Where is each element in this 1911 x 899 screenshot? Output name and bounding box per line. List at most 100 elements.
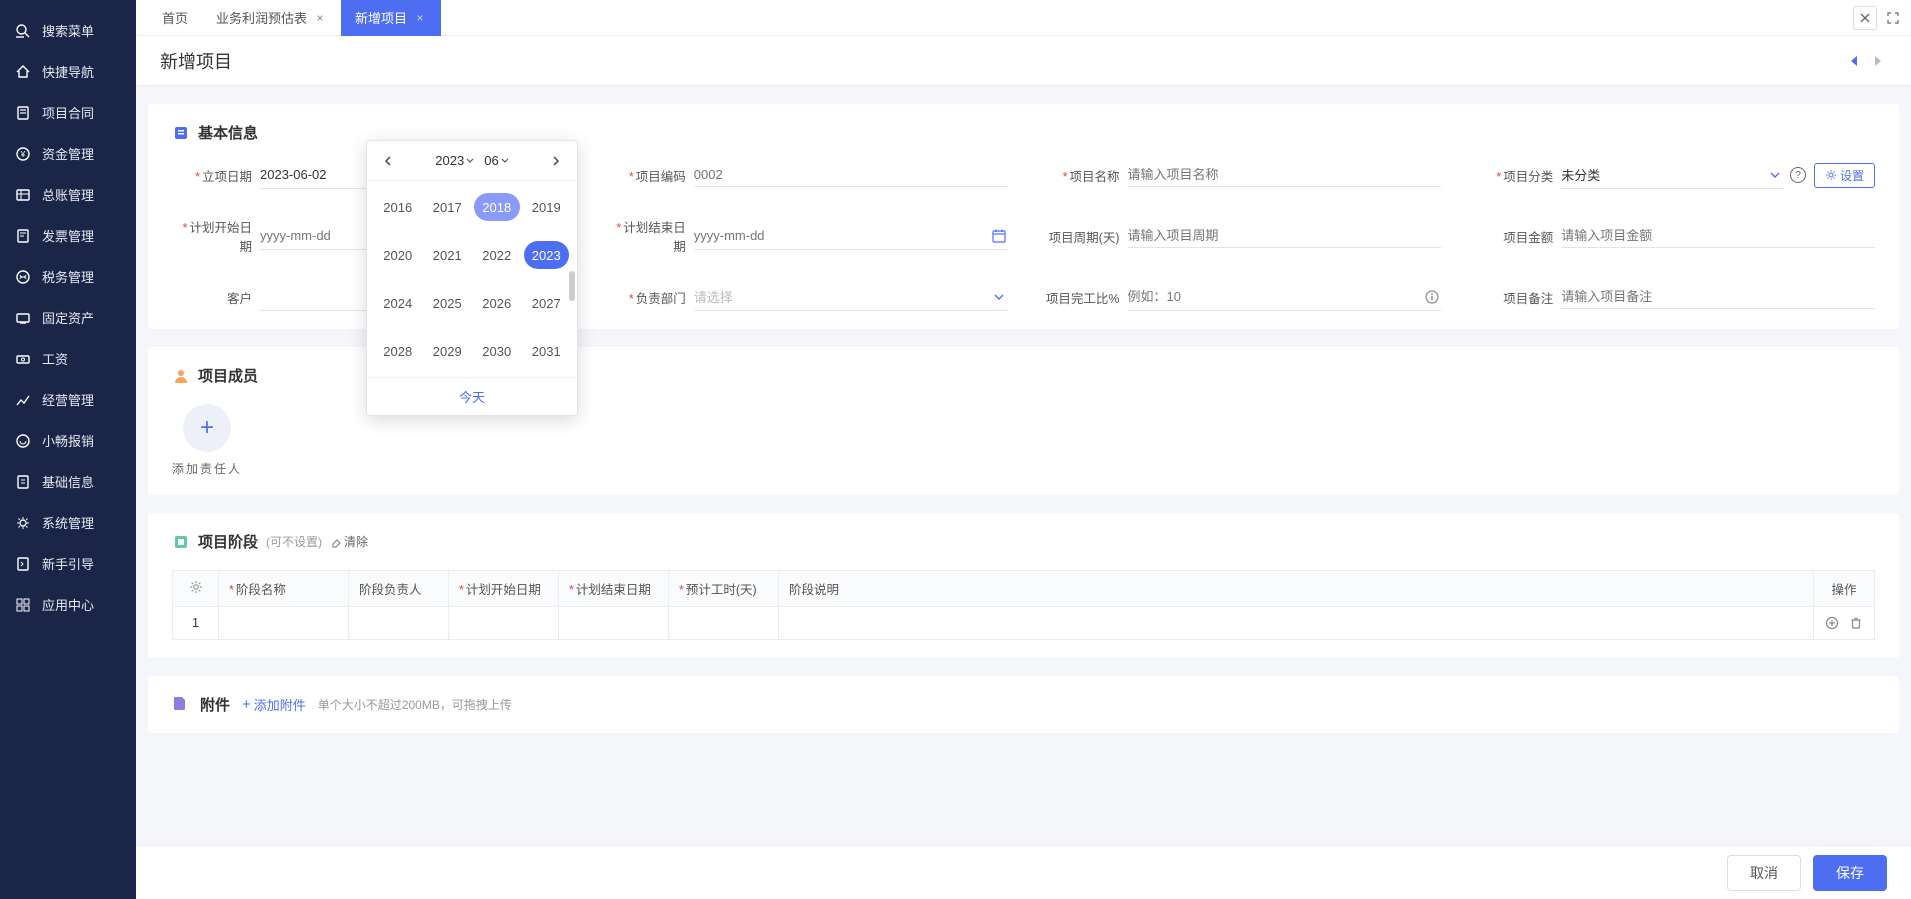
save-button[interactable]: 保存 [1813, 855, 1887, 891]
datepicker-next-button[interactable] [545, 150, 567, 172]
table-gear-header[interactable] [173, 571, 219, 607]
sidebar-item-2[interactable]: 项目合同 [0, 92, 136, 133]
page-footer: 取消 保存 [136, 845, 1911, 899]
plan-end-input[interactable] [694, 223, 1008, 250]
year-option-2020[interactable]: 2020 [375, 241, 421, 269]
tab-label: 业务利润预估表 [216, 8, 307, 27]
stage-start-cell[interactable] [449, 607, 559, 640]
year-option-2025[interactable]: 2025 [425, 289, 471, 317]
datepicker-today-button[interactable]: 今天 [367, 377, 577, 415]
category-settings-button[interactable]: 设置 [1814, 163, 1875, 188]
sidebar-item-11[interactable]: 基础信息 [0, 461, 136, 502]
category-help-icon[interactable]: ? [1790, 167, 1806, 183]
close-tab-button[interactable] [1853, 6, 1877, 30]
datepicker-scrollbar[interactable] [569, 271, 575, 301]
project-code-input[interactable] [694, 167, 1008, 182]
sidebar-item-label: 发票管理 [42, 226, 94, 245]
search-icon [14, 22, 32, 40]
section-attach-title: 附件 [200, 694, 230, 715]
datepicker-year-select[interactable]: 2023 [435, 153, 474, 168]
year-option-2018[interactable]: 2018 [474, 193, 520, 221]
prev-record-button[interactable] [1845, 52, 1863, 70]
year-option-2016[interactable]: 2016 [375, 193, 421, 221]
tab-label: 新增项目 [355, 8, 407, 27]
stages-clear-button[interactable]: 清除 [330, 533, 368, 550]
sidebar-item-7[interactable]: 固定资产 [0, 297, 136, 338]
close-icon[interactable]: × [313, 11, 327, 25]
add-row-button[interactable] [1824, 615, 1840, 631]
sidebar-item-label: 总账管理 [42, 185, 94, 204]
close-icon[interactable]: × [413, 11, 427, 25]
info-icon[interactable] [1423, 288, 1441, 306]
sidebar-item-14[interactable]: 应用中心 [0, 584, 136, 625]
year-option-2023[interactable]: 2023 [524, 241, 570, 269]
sidebar-item-13[interactable]: 新手引导 [0, 543, 136, 584]
expand-tab-button[interactable] [1881, 6, 1905, 30]
stage-name-cell[interactable] [219, 607, 349, 640]
stage-hours-cell[interactable] [669, 607, 779, 640]
sidebar-item-label: 搜索菜单 [42, 21, 94, 40]
sidebar-item-6[interactable]: 税务管理 [0, 256, 136, 297]
gear-icon [189, 580, 203, 594]
sidebar-item-5[interactable]: 发票管理 [0, 215, 136, 256]
completion-input[interactable] [1128, 289, 1424, 304]
year-option-2022[interactable]: 2022 [474, 241, 520, 269]
add-member-button[interactable]: + 添加责任人 [172, 404, 242, 477]
year-option-2026[interactable]: 2026 [474, 289, 520, 317]
sidebar-item-label: 基础信息 [42, 472, 94, 491]
sidebar-item-4[interactable]: 总账管理 [0, 174, 136, 215]
expense-icon [14, 432, 32, 450]
year-option-2024[interactable]: 2024 [375, 289, 421, 317]
year-option-2029[interactable]: 2029 [425, 337, 471, 365]
field-project-cycle: 项目周期(天) [1040, 217, 1442, 255]
sidebar-item-8[interactable]: 工资 [0, 338, 136, 379]
delete-row-button[interactable] [1848, 615, 1864, 631]
basic-info-icon [172, 124, 190, 142]
year-option-2027[interactable]: 2027 [524, 289, 570, 317]
calendar-icon[interactable] [990, 227, 1008, 245]
sidebar-item-10[interactable]: 小畅报销 [0, 420, 136, 461]
add-attachment-button[interactable]: + 添加附件 [242, 695, 306, 714]
chevron-down-icon [990, 288, 1008, 306]
project-amount-input[interactable] [1561, 228, 1875, 243]
sidebar-item-3[interactable]: ¥资金管理 [0, 133, 136, 174]
sidebar-item-0[interactable]: 搜索菜单 [0, 10, 136, 51]
project-cycle-input[interactable] [1128, 228, 1442, 243]
sidebar-item-9[interactable]: 经营管理 [0, 379, 136, 420]
stage-owner-cell[interactable] [349, 607, 449, 640]
year-option-2021[interactable]: 2021 [425, 241, 471, 269]
asset-icon [14, 309, 32, 327]
year-option-2019[interactable]: 2019 [524, 193, 570, 221]
remark-input[interactable] [1561, 289, 1875, 304]
sidebar-item-label: 系统管理 [42, 513, 94, 532]
year-option-2028[interactable]: 2028 [375, 337, 421, 365]
tab-0[interactable]: 首页 [148, 0, 202, 36]
datepicker-prev-button[interactable] [377, 150, 399, 172]
project-category-select[interactable]: 未分类 [1561, 161, 1784, 189]
datepicker-month-select[interactable]: 06 [484, 153, 508, 168]
sidebar-item-1[interactable]: 快捷导航 [0, 51, 136, 92]
stage-desc-cell[interactable] [779, 607, 1814, 640]
tab-1[interactable]: 业务利润预估表 × [202, 0, 341, 36]
field-project-name: *项目名称 [1040, 161, 1442, 189]
main-area: 首页业务利润预估表 × 新增项目 × 新增项目 [136, 0, 1911, 899]
doc-icon [14, 104, 32, 122]
year-option-2031[interactable]: 2031 [524, 337, 570, 365]
system-icon [14, 514, 32, 532]
year-option-2017[interactable]: 2017 [425, 193, 471, 221]
invoice-icon [14, 227, 32, 245]
date-picker-popup: 2023 06 20162017201820192020202120222023… [366, 140, 578, 416]
tab-bar: 首页业务利润预估表 × 新增项目 × [136, 0, 1911, 36]
next-record-button[interactable] [1869, 52, 1887, 70]
department-select[interactable]: 请选择 [694, 283, 1008, 311]
year-option-2030[interactable]: 2030 [474, 337, 520, 365]
tab-2[interactable]: 新增项目 × [341, 0, 441, 36]
salary-icon [14, 350, 32, 368]
sidebar-item-12[interactable]: 系统管理 [0, 502, 136, 543]
project-name-input[interactable] [1128, 167, 1442, 182]
stage-end-cell[interactable] [559, 607, 669, 640]
trash-icon [1849, 616, 1863, 630]
cancel-button[interactable]: 取消 [1727, 855, 1801, 891]
eraser-icon [330, 536, 342, 548]
field-plan-end: *计划结束日期 [606, 217, 1008, 255]
